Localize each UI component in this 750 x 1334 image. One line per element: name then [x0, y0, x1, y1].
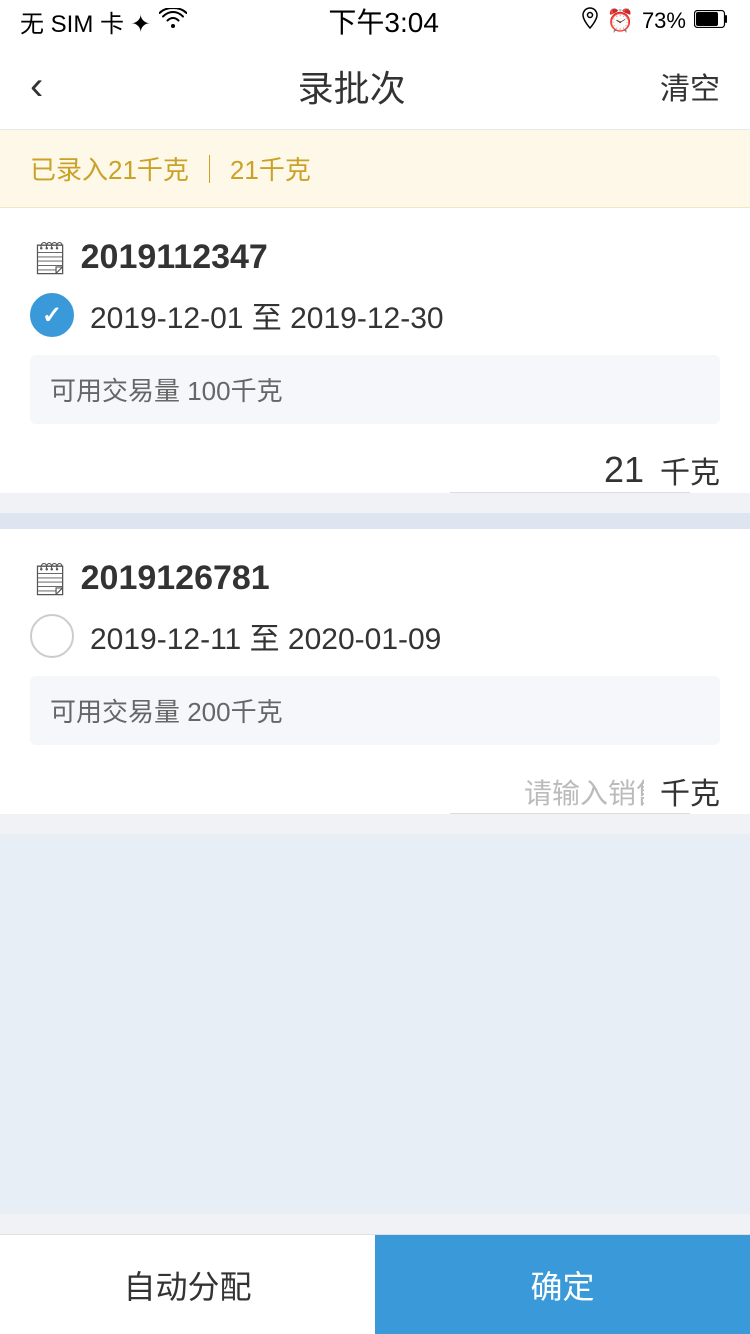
auto-distribute-button[interactable]: 自动分配 [0, 1235, 375, 1334]
recorded-label: 已录入21千克 [30, 150, 189, 187]
bottom-area [0, 834, 750, 1214]
banner-divider [209, 155, 210, 183]
status-left: 无 SIM 卡 ✦ [20, 4, 187, 39]
status-time: 下午3:04 [328, 1, 439, 41]
battery-icon [694, 8, 730, 34]
batch1-available: 可用交易量 100千克 [30, 355, 720, 424]
batch2-unit: 千克 [660, 769, 720, 813]
batch1-qty-underline [450, 492, 690, 493]
batch2-header: 🗒 2019126781 [30, 559, 720, 598]
batch1-qty-row: 千克 [30, 424, 720, 492]
status-bar: 无 SIM 卡 ✦ 下午3:04 ⏰ 73% [0, 0, 750, 42]
back-button[interactable]: ‹ [30, 66, 43, 106]
batch2-qty-row: 千克 [30, 745, 720, 813]
batch1-unit: 千克 [660, 448, 720, 492]
batch2-qty-input[interactable] [524, 770, 644, 812]
batch1-header: 🗒 2019112347 [30, 238, 720, 277]
batch2-icon: 🗒 [30, 560, 71, 598]
batch1-date-row: 2019-12-01 至 2019-12-30 [30, 293, 720, 337]
status-right: ⏰ 73% [581, 7, 730, 35]
recorded-value: 21千克 [230, 150, 311, 187]
batch2-id: 2019126781 [81, 559, 270, 598]
wifi-icon [159, 7, 187, 35]
batch1-card: 🗒 2019112347 2019-12-01 至 2019-12-30 可用交… [0, 208, 750, 493]
info-banner: 已录入21千克 21千克 [0, 130, 750, 208]
batch1-qty-input[interactable] [524, 449, 644, 491]
page-title: 录批次 [298, 60, 406, 112]
batch2-qty-underline [450, 813, 690, 814]
batch2-checkbox[interactable] [30, 614, 74, 658]
batch2-card: 🗒 2019126781 2019-12-11 至 2020-01-09 可用交… [0, 529, 750, 814]
clear-button[interactable]: 清空 [660, 64, 720, 108]
no-sim-text: 无 SIM 卡 ✦ [20, 4, 151, 39]
nav-bar: ‹ 录批次 清空 [0, 42, 750, 130]
alarm-icon: ⏰ [607, 8, 634, 34]
batch1-icon: 🗒 [30, 239, 71, 277]
section-divider [0, 513, 750, 529]
confirm-button[interactable]: 确定 [375, 1235, 750, 1334]
bottom-buttons: 自动分配 确定 [0, 1234, 750, 1334]
location-icon [581, 7, 599, 35]
batch2-available: 可用交易量 200千克 [30, 676, 720, 745]
batch2-date-row: 2019-12-11 至 2020-01-09 [30, 614, 720, 658]
batch1-checkbox[interactable] [30, 293, 74, 337]
battery-text: 73% [642, 8, 686, 34]
batch1-date: 2019-12-01 至 2019-12-30 [90, 293, 444, 337]
batch1-id: 2019112347 [81, 238, 268, 277]
batch2-date: 2019-12-11 至 2020-01-09 [90, 614, 441, 658]
